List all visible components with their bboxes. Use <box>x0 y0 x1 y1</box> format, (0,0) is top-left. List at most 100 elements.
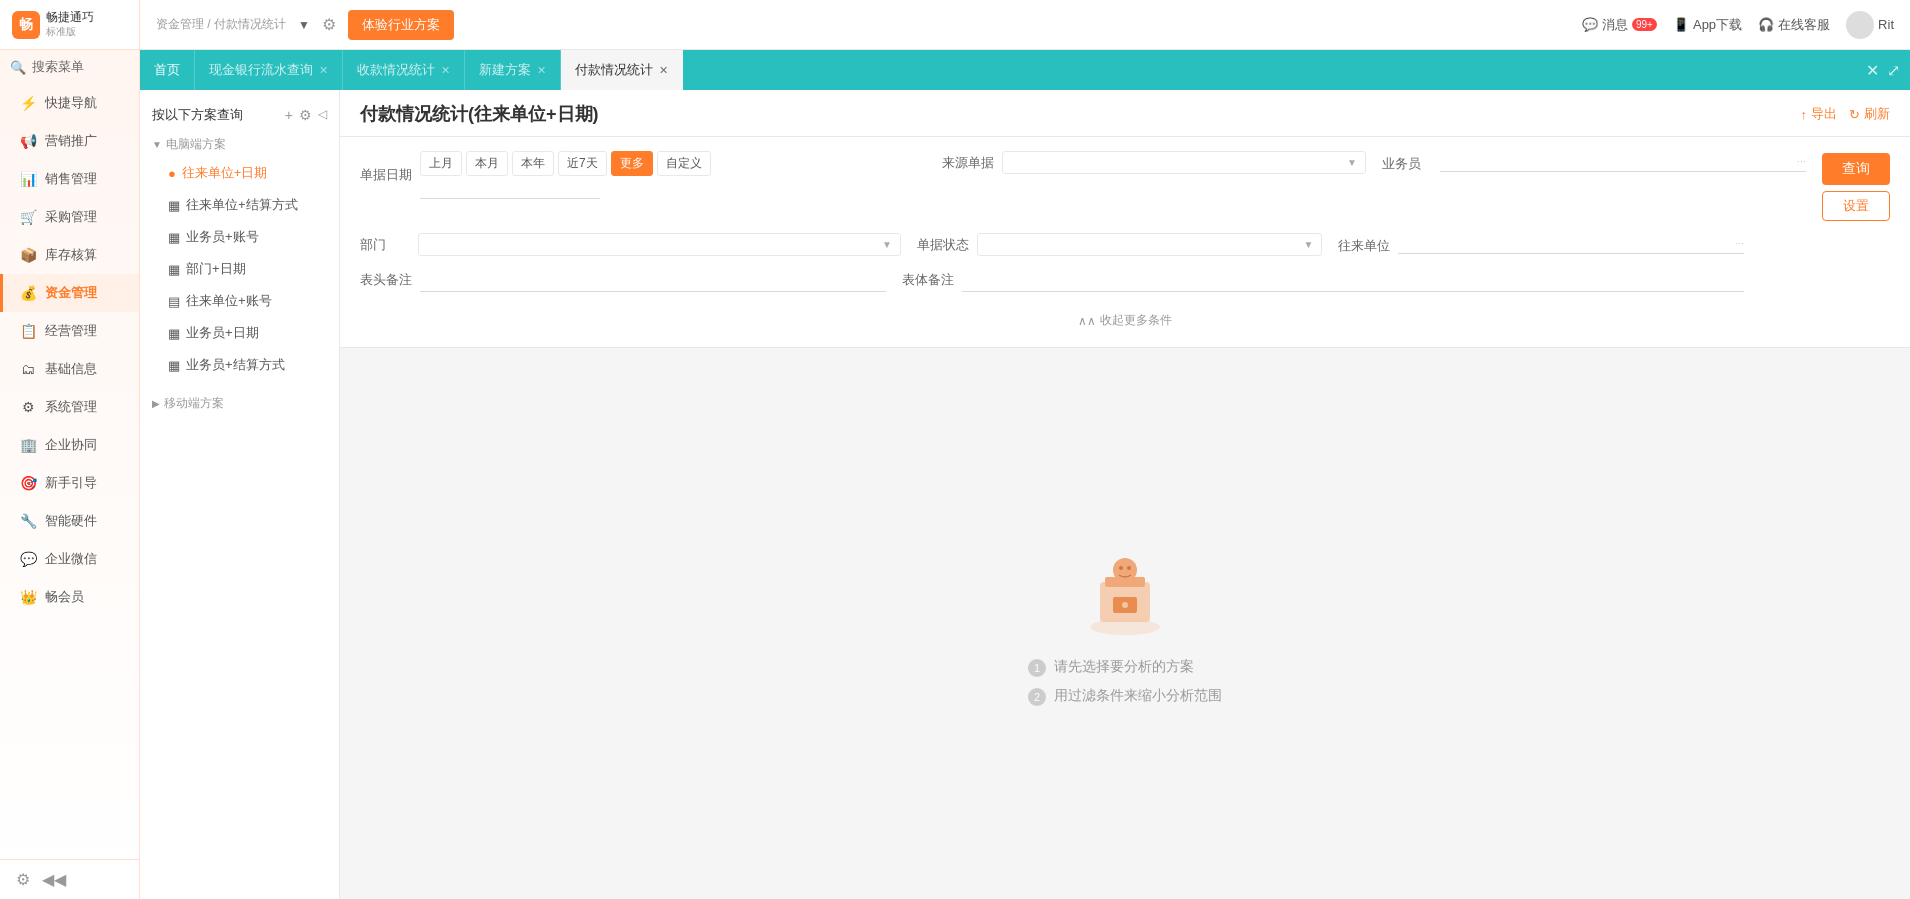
user-avatar[interactable]: Rit <box>1846 11 1894 39</box>
tab-new-plan-close[interactable]: ✕ <box>537 64 546 77</box>
sidebar-item-hardware[interactable]: 🔧 智能硬件 <box>0 502 139 540</box>
collapse-chevron-icon: ∧∧ <box>1078 314 1096 328</box>
service-btn[interactable]: 🎧 在线客服 <box>1758 16 1830 34</box>
refresh-icon: ↻ <box>1849 107 1860 122</box>
sidebar-item-operation[interactable]: 📋 经营管理 <box>0 312 139 350</box>
sidebar-item-marketing[interactable]: 📢 营销推广 <box>0 122 139 160</box>
status-select[interactable]: ▼ <box>977 233 1323 256</box>
date-btn-more[interactable]: 更多 <box>611 151 653 176</box>
topbar-right: 💬 消息 99+ 📱 App下载 🎧 在线客服 Rit <box>1582 11 1894 39</box>
footer-settings-icon[interactable]: ⚙ <box>16 870 30 889</box>
source-select[interactable]: ▼ <box>1002 151 1366 174</box>
maximize-icon[interactable]: ⤢ <box>1887 61 1900 80</box>
tab-receipt-close[interactable]: ✕ <box>441 64 450 77</box>
date-btn-this-month[interactable]: 本月 <box>466 151 508 176</box>
page-actions: ↑ 导出 ↻ 刷新 <box>1801 105 1891 123</box>
header-note-input[interactable] <box>420 268 886 292</box>
sidebar-item-guide[interactable]: 🎯 新手引导 <box>0 464 139 502</box>
desktop-section-title[interactable]: ▼ 电脑端方案 <box>140 130 339 157</box>
date-btn-this-year[interactable]: 本年 <box>512 151 554 176</box>
scheme-salesperson-date[interactable]: ▦ 业务员+日期 <box>140 317 339 349</box>
panel-header: 按以下方案查询 + ⚙ ◁ <box>140 100 339 130</box>
sidebar-search[interactable]: 🔍 搜索菜单 <box>0 50 139 84</box>
sidebar-item-finance[interactable]: 💰 资金管理 <box>0 274 139 312</box>
scheme-partner-settle[interactable]: ▦ 往来单位+结算方式 <box>140 189 339 221</box>
scheme-partner-date[interactable]: ● 往来单位+日期 <box>140 157 339 189</box>
date-control: 上月 本月 本年 近7天 更多 自定义 2022-01-01 至 2022-12… <box>420 151 926 199</box>
sidebar-item-corp[interactable]: 🏢 企业协同 <box>0 426 139 464</box>
filter-source: 来源单据 ▼ <box>942 151 1366 174</box>
topbar: 资金管理 / 付款情况统计 ▼ ⚙ 体验行业方案 💬 消息 99+ 📱 App下… <box>140 0 1910 50</box>
partner-label: 往来单位 <box>1338 237 1390 255</box>
service-icon: 🎧 <box>1758 17 1774 32</box>
dept-arrow-icon: ▼ <box>882 239 892 250</box>
sidebar-item-quick-nav[interactable]: ⚡ 快捷导航 <box>0 84 139 122</box>
tab-payment-close[interactable]: ✕ <box>659 64 668 77</box>
dept-select[interactable]: ▼ <box>418 233 901 256</box>
filter-body-note: 表体备注 <box>902 268 1744 292</box>
date-btn-custom[interactable]: 自定义 <box>657 151 711 176</box>
tab-payment[interactable]: 付款情况统计 ✕ <box>561 50 683 90</box>
svg-point-3 <box>1113 558 1137 582</box>
scheme-salesperson-settle[interactable]: ▦ 业务员+结算方式 <box>140 349 339 381</box>
body-note-input[interactable] <box>962 268 1744 292</box>
mobile-section-title[interactable]: ▶ 移动端方案 <box>140 389 339 416</box>
panel-setting-icon[interactable]: ⚙ <box>299 107 312 123</box>
filter-salesperson: 业务员 ··· <box>1382 151 1806 173</box>
tab-home[interactable]: 首页 <box>140 50 195 90</box>
app-download-btn[interactable]: 📱 App下载 <box>1673 16 1742 34</box>
sidebar-item-member[interactable]: 👑 畅会员 <box>0 578 139 616</box>
filter-dept: 部门 ▼ <box>360 233 901 256</box>
purchase-icon: 🛒 <box>19 208 37 226</box>
scheme-partner-account[interactable]: ▤ 往来单位+账号 <box>140 285 339 317</box>
scheme-dept-date[interactable]: ▦ 部门+日期 <box>140 253 339 285</box>
sidebar-item-basic[interactable]: 🗂 基础信息 <box>0 350 139 388</box>
sidebar-item-wechat[interactable]: 💬 企业微信 <box>0 540 139 578</box>
refresh-button[interactable]: ↻ 刷新 <box>1849 105 1890 123</box>
export-button[interactable]: ↑ 导出 <box>1801 105 1838 123</box>
scheme-icon-4: ▤ <box>168 294 180 309</box>
collapse-bar[interactable]: ∧∧ 收起更多条件 <box>360 304 1890 337</box>
guide-icon: 🎯 <box>19 474 37 492</box>
setting-button[interactable]: 设置 <box>1822 191 1890 221</box>
partner-more-icon[interactable]: ··· <box>1735 237 1744 249</box>
footer-collapse-icon[interactable]: ◀◀ <box>42 870 66 889</box>
trial-button[interactable]: 体验行业方案 <box>348 10 454 40</box>
sidebar-item-inventory[interactable]: 📦 库存核算 <box>0 236 139 274</box>
operation-icon: 📋 <box>19 322 37 340</box>
date-range-input[interactable]: 2022-01-01 至 2022-12-31 <box>420 180 600 199</box>
avatar-image <box>1846 11 1874 39</box>
scheme-icon-6: ▦ <box>168 358 180 373</box>
panel-add-icon[interactable]: + <box>285 107 293 123</box>
message-btn[interactable]: 💬 消息 99+ <box>1582 16 1657 34</box>
sidebar-item-sales[interactable]: 📊 销售管理 <box>0 160 139 198</box>
tab-new-plan[interactable]: 新建方案 ✕ <box>465 50 561 90</box>
panel-collapse-icon[interactable]: ◁ <box>318 107 327 123</box>
tab-bank[interactable]: 现金银行流水查询 ✕ <box>195 50 343 90</box>
query-button[interactable]: 查询 <box>1822 153 1890 185</box>
topbar-gear-icon[interactable]: ⚙ <box>322 15 336 34</box>
tabbar-actions: ✕ ⤢ <box>1856 50 1910 90</box>
breadcrumb-dropdown[interactable]: ▼ <box>298 18 310 32</box>
corp-icon: 🏢 <box>19 436 37 454</box>
filter-partner: 往来单位 ··· <box>1338 233 1744 255</box>
scheme-salesperson-account[interactable]: ▦ 业务员+账号 <box>140 221 339 253</box>
sidebar-menu: ⚡ 快捷导航 📢 营销推广 📊 销售管理 🛒 采购管理 📦 库存核算 💰 资金管… <box>0 84 139 859</box>
close-all-icon[interactable]: ✕ <box>1866 61 1879 80</box>
desktop-chevron-icon: ▼ <box>152 139 162 150</box>
salesperson-label: 业务员 <box>1382 155 1432 173</box>
date-buttons: 上月 本月 本年 近7天 更多 自定义 <box>420 151 711 176</box>
panel-header-icons: + ⚙ ◁ <box>285 107 327 123</box>
date-btn-last-month[interactable]: 上月 <box>420 151 462 176</box>
sidebar-item-purchase[interactable]: 🛒 采购管理 <box>0 198 139 236</box>
scheme-active-icon: ● <box>168 166 176 181</box>
header-note-label: 表头备注 <box>360 271 412 289</box>
salesperson-more-icon[interactable]: ··· <box>1797 155 1806 167</box>
system-icon: ⚙ <box>19 398 37 416</box>
filter-row-3: 表头备注 表体备注 <box>360 268 1890 292</box>
tab-bank-close[interactable]: ✕ <box>319 64 328 77</box>
sidebar-item-system[interactable]: ⚙ 系统管理 <box>0 388 139 426</box>
tab-receipt[interactable]: 收款情况统计 ✕ <box>343 50 465 90</box>
date-btn-7days[interactable]: 近7天 <box>558 151 607 176</box>
breadcrumb: 资金管理 / 付款情况统计 <box>156 16 286 33</box>
